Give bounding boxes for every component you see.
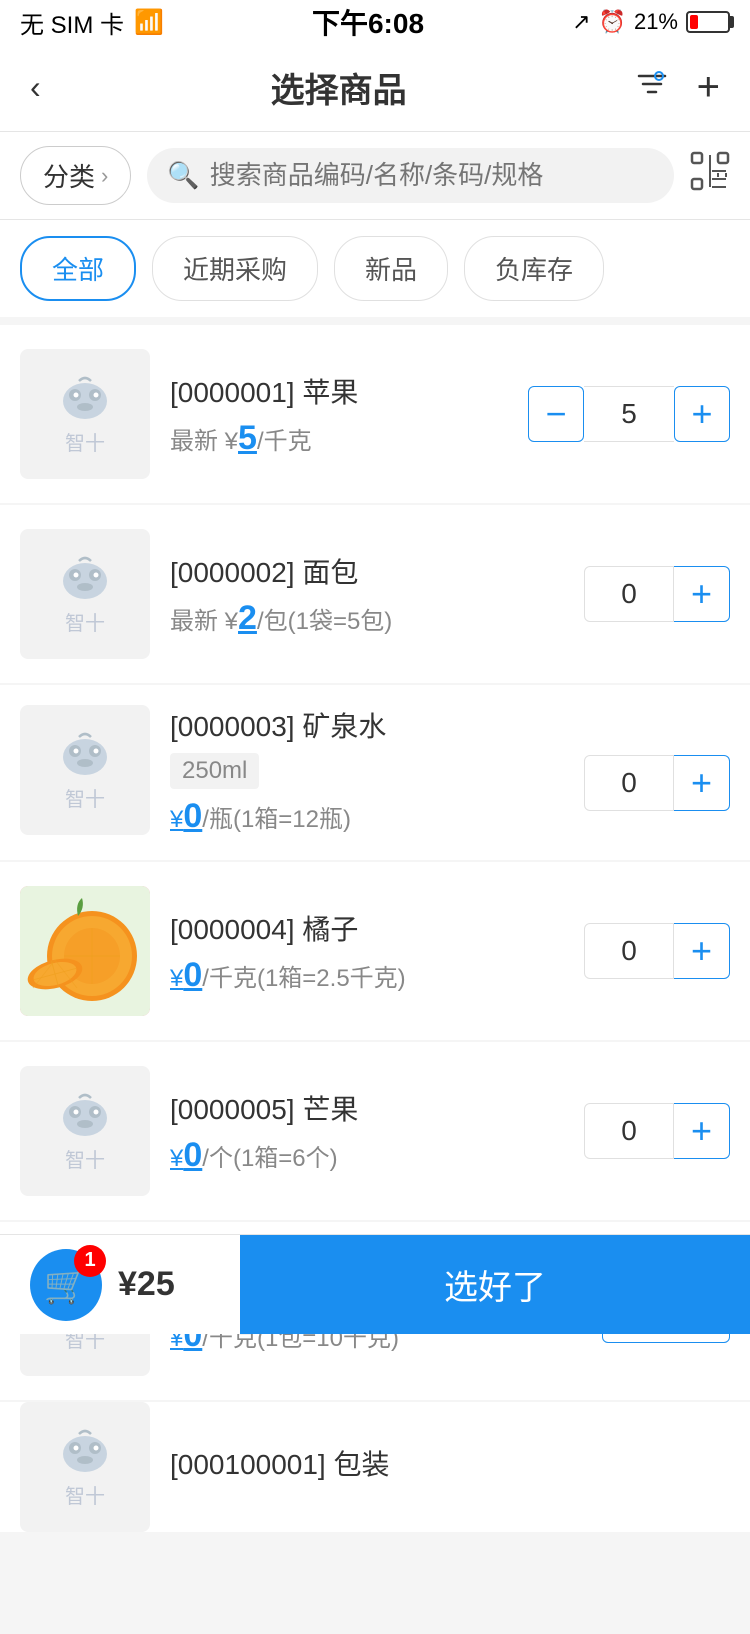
tab-all[interactable]: 全部 bbox=[20, 236, 136, 301]
cart-badge: 1 bbox=[74, 1245, 106, 1277]
qty-plus-4[interactable]: + bbox=[674, 923, 730, 979]
product-info-5: [0000005] 芒果 ¥0/个(1箱=6个) bbox=[170, 1088, 564, 1175]
search-icon: 🔍 bbox=[167, 160, 199, 191]
tab-bar: 全部 近期采购 新品 负库存 bbox=[0, 220, 750, 325]
qty-input-3[interactable] bbox=[584, 755, 674, 811]
product-info-7: [000100001] 包装 bbox=[170, 1443, 730, 1491]
wifi-icon: 📶 bbox=[134, 8, 164, 37]
battery-percent: 21% bbox=[634, 9, 678, 35]
status-left: 无 SIM 卡 📶 bbox=[20, 5, 164, 40]
product-info-2: [0000002] 面包 最新 ¥2/包(1袋=5包) bbox=[170, 551, 564, 638]
search-box: 🔍 bbox=[147, 148, 674, 203]
qty-plus-1[interactable]: + bbox=[674, 386, 730, 442]
qty-plus-2[interactable]: + bbox=[674, 566, 730, 622]
product-item-1: 智十 [0000001] 苹果 最新 ¥5/千克 − + bbox=[0, 325, 750, 503]
product-code-name-5: [0000005] 芒果 bbox=[170, 1088, 564, 1128]
product-info-1: [0000001] 苹果 最新 ¥5/千克 bbox=[170, 371, 508, 458]
alarm-icon: ⏰ bbox=[599, 9, 626, 35]
product-item-4: [0000004] 橘子 ¥0/千克(1箱=2.5千克) + bbox=[0, 862, 750, 1040]
owl-brand-text-1: 智十 bbox=[65, 427, 105, 456]
product-price-5: ¥0/个(1箱=6个) bbox=[170, 1136, 564, 1175]
product-item-2: 智十 [0000002] 面包 最新 ¥2/包(1袋=5包) + bbox=[0, 505, 750, 683]
product-code-name-7: [000100001] 包装 bbox=[170, 1443, 730, 1483]
product-item-3: 智十 [0000003] 矿泉水 250ml ¥0/瓶(1箱=12瓶) + bbox=[0, 685, 750, 860]
product-thumb-1: 智十 bbox=[20, 349, 150, 479]
product-thumb-2: 智十 bbox=[20, 529, 150, 659]
qty-control-4: + bbox=[584, 923, 730, 979]
status-right: ↗ ⏰ 21% bbox=[572, 9, 730, 35]
cart-section: 🛒 1 ¥25 bbox=[0, 1249, 240, 1321]
qty-control-1: − + bbox=[528, 386, 730, 442]
product-price-1: 最新 ¥5/千克 bbox=[170, 419, 508, 458]
status-time: 下午6:08 bbox=[312, 2, 424, 42]
nav-bar: ‹ 选择商品 + bbox=[0, 44, 750, 132]
tab-new[interactable]: 新品 bbox=[334, 236, 448, 301]
qty-input-5[interactable] bbox=[584, 1103, 674, 1159]
qty-minus-1[interactable]: − bbox=[528, 386, 584, 442]
tab-recent[interactable]: 近期采购 bbox=[152, 236, 318, 301]
tab-negative[interactable]: 负库存 bbox=[464, 236, 604, 301]
location-icon: ↗ bbox=[572, 9, 590, 35]
category-label: 分类 bbox=[43, 157, 95, 194]
product-thumb-3: 智十 bbox=[20, 705, 150, 835]
carrier-label: 无 SIM 卡 bbox=[20, 5, 124, 40]
status-bar: 无 SIM 卡 📶 下午6:08 ↗ ⏰ 21% bbox=[0, 0, 750, 44]
product-code-name-3: [0000003] 矿泉水 bbox=[170, 705, 564, 745]
add-button[interactable]: + bbox=[697, 65, 720, 110]
cart-total: ¥25 bbox=[118, 1265, 175, 1304]
product-code-name-1: [0000001] 苹果 bbox=[170, 371, 508, 411]
product-thumb-5: 智十 bbox=[20, 1066, 150, 1196]
qty-control-3: + bbox=[584, 755, 730, 811]
product-info-3: [0000003] 矿泉水 250ml ¥0/瓶(1箱=12瓶) bbox=[170, 705, 564, 836]
qty-plus-3[interactable]: + bbox=[674, 755, 730, 811]
bottom-bar: 🛒 1 ¥25 选好了 bbox=[0, 1234, 750, 1334]
product-code-name-4: [0000004] 橘子 bbox=[170, 908, 564, 948]
product-price-2: 最新 ¥2/包(1袋=5包) bbox=[170, 599, 564, 638]
product-info-4: [0000004] 橘子 ¥0/千克(1箱=2.5千克) bbox=[170, 908, 564, 995]
product-code-name-2: [0000002] 面包 bbox=[170, 551, 564, 591]
nav-right-actions: + bbox=[637, 65, 720, 110]
product-price-4: ¥0/千克(1箱=2.5千克) bbox=[170, 956, 564, 995]
product-price-3: ¥0/瓶(1箱=12瓶) bbox=[170, 797, 564, 836]
product-item-5: 智十 [0000005] 芒果 ¥0/个(1箱=6个) + bbox=[0, 1042, 750, 1220]
qty-control-2: + bbox=[584, 566, 730, 622]
product-list: 智十 [0000001] 苹果 最新 ¥5/千克 − + bbox=[0, 325, 750, 1532]
product-thumb-4 bbox=[20, 886, 150, 1016]
qty-plus-5[interactable]: + bbox=[674, 1103, 730, 1159]
category-chevron-icon: › bbox=[101, 163, 108, 189]
product-item-7: 智十 [000100001] 包装 bbox=[0, 1402, 750, 1532]
page-title: 选择商品 bbox=[271, 63, 407, 112]
filter-bar: 分类 › 🔍 bbox=[0, 132, 750, 220]
qty-input-2[interactable] bbox=[584, 566, 674, 622]
category-button[interactable]: 分类 › bbox=[20, 146, 131, 205]
scan-icon[interactable] bbox=[690, 151, 730, 200]
filter-button[interactable] bbox=[637, 70, 667, 106]
search-input[interactable] bbox=[210, 160, 654, 191]
battery-icon bbox=[686, 11, 730, 33]
back-button[interactable]: ‹ bbox=[30, 69, 41, 106]
qty-input-1[interactable] bbox=[584, 386, 674, 442]
qty-input-4[interactable] bbox=[584, 923, 674, 979]
product-spec-3: 250ml bbox=[170, 753, 259, 789]
product-thumb-7: 智十 bbox=[20, 1402, 150, 1532]
qty-control-5: + bbox=[584, 1103, 730, 1159]
confirm-button[interactable]: 选好了 bbox=[240, 1235, 750, 1334]
cart-button[interactable]: 🛒 1 bbox=[30, 1249, 102, 1321]
